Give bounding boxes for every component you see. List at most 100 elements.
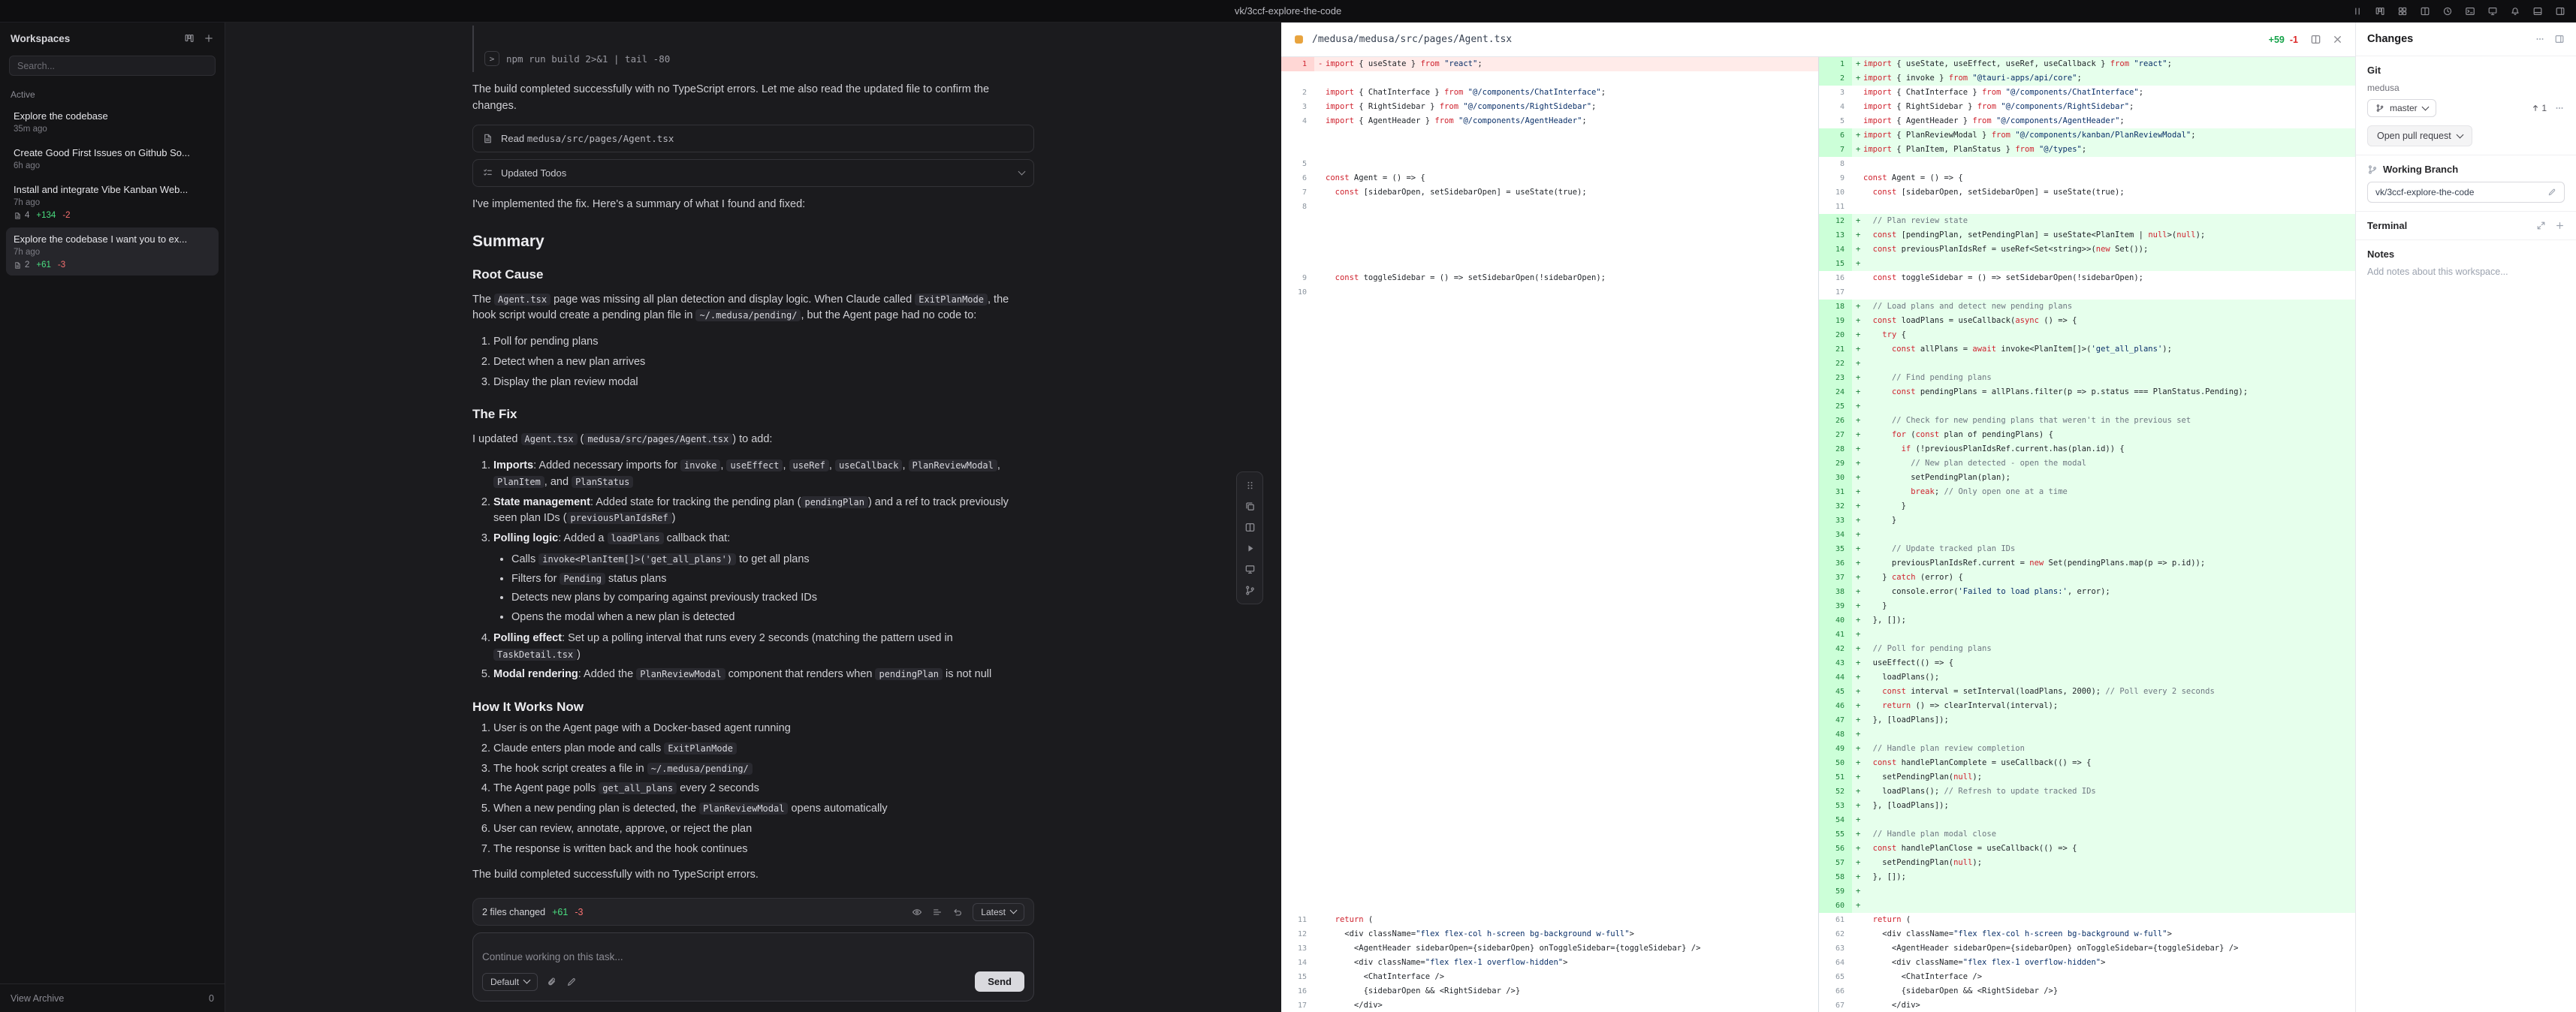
workspace-item[interactable]: Install and integrate Vibe Kanban Web...… bbox=[6, 178, 219, 226]
close-icon[interactable] bbox=[2332, 34, 2343, 45]
chevron-down-icon bbox=[1010, 907, 1018, 914]
pause-icon[interactable] bbox=[2352, 6, 2363, 17]
terminal-icon[interactable] bbox=[2465, 6, 2475, 17]
diff-row: 30+ setPendingPlan(plan); bbox=[1281, 471, 2355, 485]
ellipsis-icon[interactable] bbox=[2554, 103, 2565, 113]
git-branch-icon bbox=[2375, 104, 2384, 113]
diff-cell-old: 7 const [sidebarOpen, setSidebarOpen] = … bbox=[1281, 185, 1818, 200]
workspace-deletions: -2 bbox=[62, 211, 70, 220]
split-icon[interactable] bbox=[2310, 34, 2321, 45]
eye-icon[interactable] bbox=[912, 907, 922, 917]
git-section-label: Git bbox=[2367, 65, 2565, 76]
search-input[interactable] bbox=[9, 56, 216, 76]
diff-cell-old bbox=[1281, 742, 1818, 756]
diff-cell-old bbox=[1281, 456, 1818, 471]
bell-icon[interactable] bbox=[2510, 6, 2520, 17]
diff-cell-old bbox=[1281, 756, 1818, 770]
updated-todos-row[interactable]: Updated Todos bbox=[472, 159, 1034, 187]
working-branch-label-text: Working Branch bbox=[2383, 164, 2458, 175]
panel-right-icon[interactable] bbox=[2555, 6, 2565, 17]
grid-icon[interactable] bbox=[2397, 6, 2408, 17]
diff-cell-old: 11 return ( bbox=[1281, 913, 1818, 927]
diff-row: 28+ if (!previousPlanIdsRef.current.has(… bbox=[1281, 442, 2355, 456]
kanban-icon[interactable] bbox=[2375, 6, 2385, 17]
diff-row: 34+ bbox=[1281, 528, 2355, 542]
working-branch-input[interactable]: vk/3ccf-explore-the-code bbox=[2367, 182, 2565, 203]
diff-cell-old bbox=[1281, 300, 1818, 314]
latest-dropdown[interactable]: Latest bbox=[973, 903, 1024, 921]
view-archive-button[interactable]: View Archive bbox=[11, 993, 64, 1004]
diff-row: 60+ bbox=[1281, 899, 2355, 913]
model-dropdown[interactable]: Default bbox=[482, 973, 538, 991]
diff-cell-old bbox=[1281, 71, 1818, 86]
plus-icon[interactable] bbox=[204, 33, 214, 44]
read-file-row[interactable]: Read medusa/src/pages/Agent.tsx bbox=[472, 125, 1034, 152]
diff-cell-new: 16 const toggleSidebar = () => setSideba… bbox=[1818, 271, 2355, 285]
diff-row: 6const Agent = () => {9const Agent = () … bbox=[1281, 171, 2355, 185]
split-icon[interactable] bbox=[2420, 6, 2430, 17]
plus-icon[interactable] bbox=[2555, 221, 2565, 230]
diff-cell-old bbox=[1281, 428, 1818, 442]
diff-cell-new: 36+ previousPlanIdsRef.current = new Set… bbox=[1818, 556, 2355, 571]
list-item: Filters for Pending status plans bbox=[511, 571, 1034, 588]
repo-name: medusa bbox=[2367, 83, 2565, 93]
monitor-icon[interactable] bbox=[1244, 564, 1256, 575]
message-input[interactable] bbox=[482, 942, 1024, 971]
notes-input[interactable]: Add notes about this workspace... bbox=[2367, 267, 2565, 277]
diff-row: 37+ } catch (error) { bbox=[1281, 571, 2355, 585]
todos-label: Updated Todos bbox=[501, 167, 566, 179]
send-button[interactable]: Send bbox=[975, 971, 1024, 992]
message-input-box[interactable]: Default Send bbox=[472, 932, 1034, 1001]
diff-row: 39+ } bbox=[1281, 599, 2355, 613]
diff-cell-old bbox=[1281, 642, 1818, 656]
diff-cell-old bbox=[1281, 357, 1818, 371]
expand-icon[interactable] bbox=[2536, 221, 2546, 230]
clock-icon[interactable] bbox=[2442, 6, 2453, 17]
diff-cell-new: 44+ loadPlans(); bbox=[1818, 670, 2355, 685]
workspace-title: Create Good First Issues on Github So... bbox=[14, 147, 211, 158]
diff-row: 36+ previousPlanIdsRef.current = new Set… bbox=[1281, 556, 2355, 571]
diff-cell-old bbox=[1281, 528, 1818, 542]
undo-icon[interactable] bbox=[952, 907, 963, 917]
diff-row: 33+ } bbox=[1281, 514, 2355, 528]
panel-right-icon[interactable] bbox=[2554, 34, 2565, 44]
play-icon[interactable] bbox=[1244, 543, 1256, 554]
diff-cell-new: 46+ return () => clearInterval(interval)… bbox=[1818, 699, 2355, 713]
diff-row: 20+ try { bbox=[1281, 328, 2355, 342]
open-pr-button[interactable]: Open pull request bbox=[2367, 125, 2472, 146]
diff-row: 3import { RightSidebar } from "@/compone… bbox=[1281, 100, 2355, 114]
workspace-time: 35m ago bbox=[14, 125, 211, 134]
summary-heading: Summary bbox=[472, 233, 1034, 251]
workspace-diff-stats: 4+134-2 bbox=[14, 211, 211, 220]
chevron-down-icon bbox=[2421, 103, 2429, 110]
diff-row: 18+ // Load plans and detect new pending… bbox=[1281, 300, 2355, 314]
kanban-icon[interactable] bbox=[184, 33, 195, 44]
pen-icon[interactable] bbox=[566, 977, 577, 987]
chat-transcript: > npm run build 2>&1 | tail -80 The buil… bbox=[225, 23, 1281, 898]
split-icon[interactable] bbox=[1244, 522, 1256, 533]
diff-cell-old: 6const Agent = () => { bbox=[1281, 171, 1818, 185]
diff-row: 26+ // Check for new pending plans that … bbox=[1281, 414, 2355, 428]
paperclip-icon[interactable] bbox=[547, 977, 557, 987]
assistant-paragraph: The build completed successfully with no… bbox=[472, 82, 1034, 115]
git-branch-icon[interactable] bbox=[1244, 585, 1256, 596]
copy-icon[interactable] bbox=[1244, 501, 1256, 512]
pencil-icon[interactable] bbox=[2547, 188, 2556, 197]
diff-cell-new: 47+ }, [loadPlans]); bbox=[1818, 713, 2355, 727]
diff-cell-old bbox=[1281, 727, 1818, 742]
panel-bottom-icon[interactable] bbox=[2532, 6, 2543, 17]
diff-cell-new: 61 return ( bbox=[1818, 913, 2355, 927]
diff-cell-new: 42+ // Poll for pending plans bbox=[1818, 642, 2355, 656]
list-item: User can review, annotate, approve, or r… bbox=[493, 821, 1034, 838]
diff-cell-new: 63 <AgentHeader sidebarOpen={sidebarOpen… bbox=[1818, 941, 2355, 956]
ellipsis-icon[interactable] bbox=[2535, 34, 2545, 44]
grip-icon[interactable] bbox=[1244, 480, 1256, 491]
workspace-item[interactable]: Create Good First Issues on Github So...… bbox=[6, 141, 219, 176]
workspace-item[interactable]: Explore the codebase I want you to ex...… bbox=[6, 227, 219, 276]
diff-lines-icon[interactable] bbox=[932, 907, 943, 917]
diff-cell-old: 2import { ChatInterface } from "@/compon… bbox=[1281, 86, 1818, 100]
branch-selector[interactable]: master bbox=[2367, 99, 2436, 117]
monitor-icon[interactable] bbox=[2487, 6, 2498, 17]
workspace-item[interactable]: Explore the codebase35m ago bbox=[6, 104, 219, 140]
terminal-output-block[interactable]: > npm run build 2>&1 | tail -80 bbox=[472, 26, 1034, 72]
